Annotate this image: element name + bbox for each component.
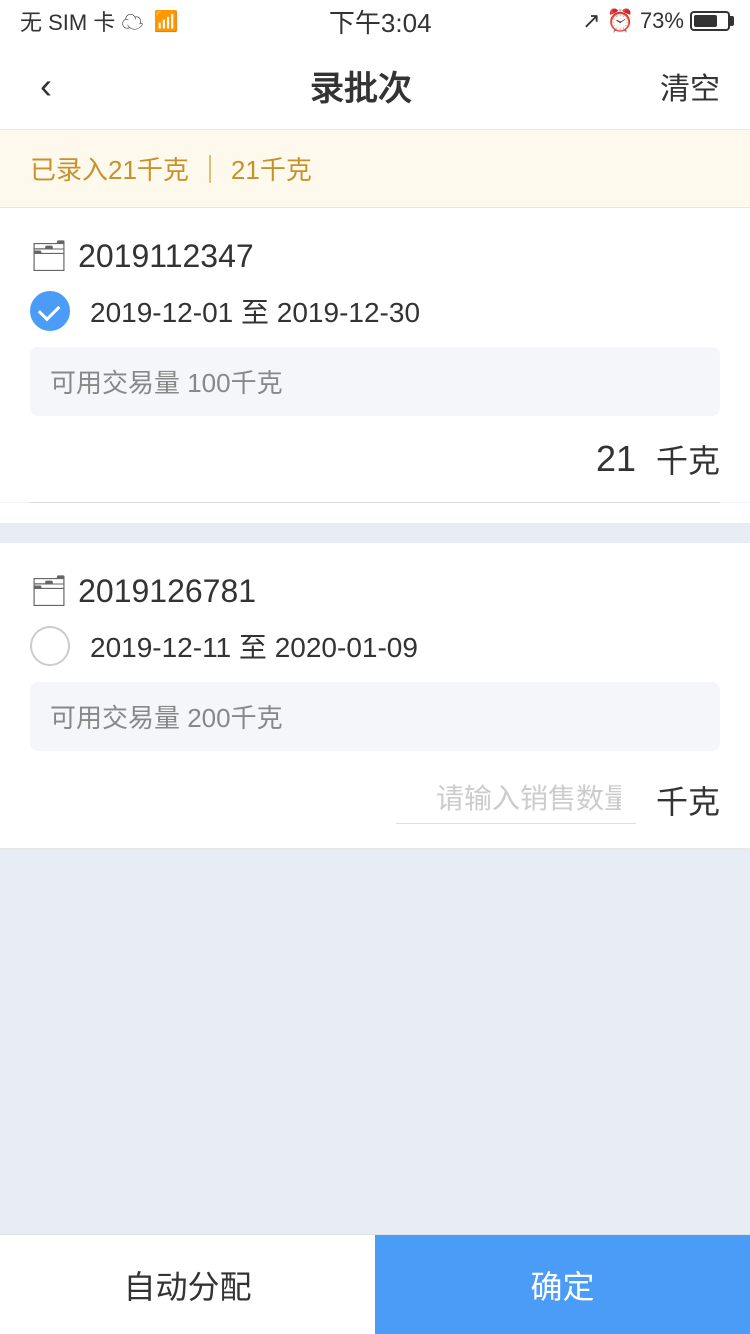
batch-2-unit: 千克 xyxy=(656,777,720,823)
battery-fill xyxy=(694,15,717,27)
batch-2-quantity-box: 可用交易量 200千克 xyxy=(30,682,720,751)
nav-bar: ‹ 录批次 清空 xyxy=(0,42,750,130)
status-bar: 无 SIM 卡 ☁ 📶 下午3:04 ↗ ⏰ 73% xyxy=(0,0,750,42)
page-title: 录批次 xyxy=(310,61,412,110)
batch-card-2: 🗂 2019126781 2019-12-11 至 2020-01-09 可用交… xyxy=(0,543,750,751)
batch-2-quantity-input[interactable] xyxy=(436,775,636,817)
bottom-content-area xyxy=(0,850,750,1270)
status-left: 无 SIM 卡 ☁ 📶 xyxy=(20,5,178,37)
batch-1-spacer xyxy=(0,503,750,523)
battery-icon xyxy=(690,11,730,31)
batch-2-input-underline xyxy=(396,823,636,824)
bottom-bar: 自动分配 确定 xyxy=(0,1234,750,1334)
batch-1-date-row: 2019-12-01 至 2019-12-30 xyxy=(30,291,720,331)
battery-label: 73% xyxy=(640,8,684,34)
section-separator-1 xyxy=(0,523,750,543)
no-sim-label: 无 SIM 卡 ☁ xyxy=(20,5,143,37)
batch-2-date: 2019-12-11 至 2020-01-09 xyxy=(90,626,418,666)
status-right: ↗ ⏰ 73% xyxy=(582,8,730,34)
batch-2-icon: 🗂 xyxy=(30,574,68,609)
alarm-icon: ⏰ xyxy=(607,8,634,34)
batch-2-id: 2019126781 xyxy=(78,573,256,610)
confirm-button[interactable]: 确定 xyxy=(375,1235,750,1334)
batch-1-unit: 千克 xyxy=(656,436,720,482)
batch-1-id: 2019112347 xyxy=(78,238,254,275)
clear-button[interactable]: 清空 xyxy=(660,64,720,108)
info-banner: 已录入21千克 21千克 xyxy=(0,130,750,208)
batch-2-radio[interactable] xyxy=(30,626,70,666)
recorded-value: 21千克 xyxy=(231,150,312,187)
status-time: 下午3:04 xyxy=(329,3,432,40)
back-button[interactable]: ‹ xyxy=(30,55,62,117)
banner-divider xyxy=(209,155,211,183)
recorded-label: 已录入21千克 xyxy=(30,150,189,187)
batch-2-header: 🗂 2019126781 xyxy=(30,573,720,610)
batch-1-quantity-value: 21 xyxy=(596,438,636,480)
batch-1-available: 可用交易量 100千克 xyxy=(50,368,283,398)
auto-distribute-button[interactable]: 自动分配 xyxy=(0,1235,375,1334)
batch-2-input-row: 千克 xyxy=(0,751,750,850)
batch-2-available: 可用交易量 200千克 xyxy=(50,703,283,733)
batch-2-date-row: 2019-12-11 至 2020-01-09 xyxy=(30,626,720,666)
location-icon: ↗ xyxy=(582,8,600,34)
batch-1-icon: 🗂 xyxy=(30,239,68,274)
batch-1-value-row: 21 千克 xyxy=(0,416,750,502)
batch-1-quantity-box: 可用交易量 100千克 xyxy=(30,347,720,416)
batch-1-header: 🗂 2019112347 xyxy=(30,238,720,275)
batch-1-radio[interactable] xyxy=(30,291,70,331)
batch-card-1: 🗂 2019112347 2019-12-01 至 2019-12-30 可用交… xyxy=(0,208,750,416)
wifi-icon: 📶 xyxy=(153,9,178,34)
batch-2-input-wrapper xyxy=(396,775,636,824)
batch-1-date: 2019-12-01 至 2019-12-30 xyxy=(90,291,420,331)
